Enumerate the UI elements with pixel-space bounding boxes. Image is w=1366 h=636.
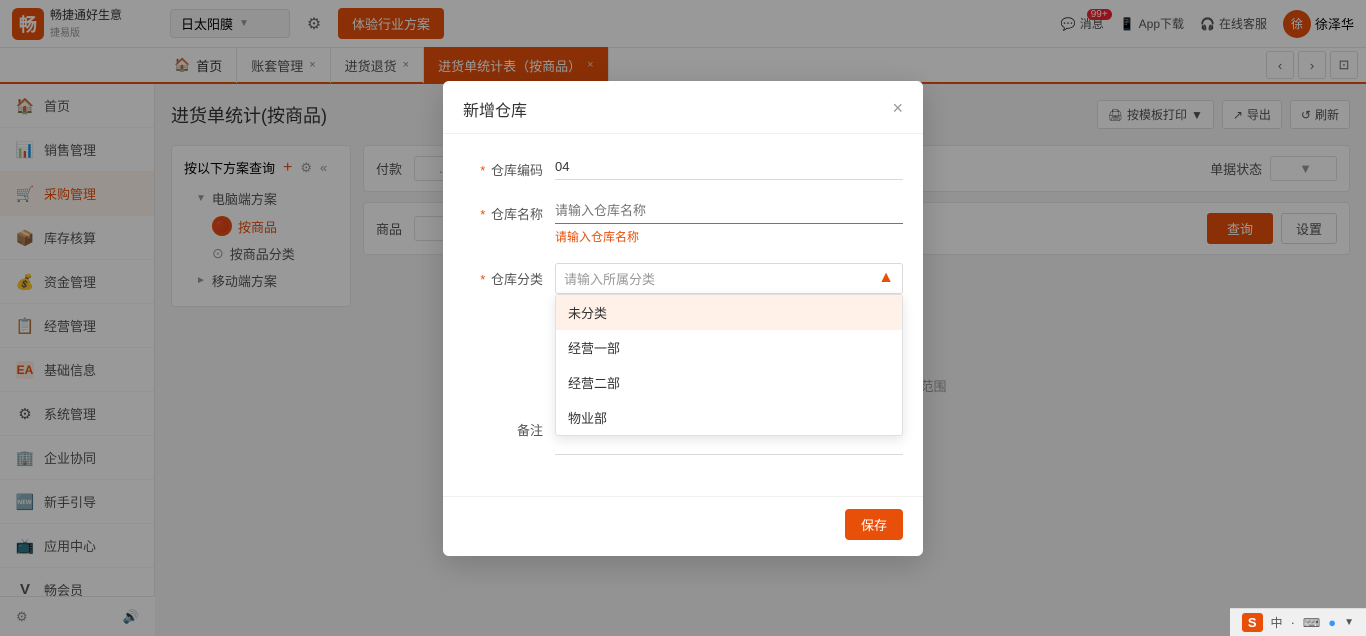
status-bar: S 中 · ⌨ ● ▼ bbox=[1230, 608, 1366, 636]
code-input[interactable] bbox=[555, 154, 903, 180]
modal-overlay[interactable]: 新增仓库 × * 仓库编码 * 仓库名称 bbox=[0, 0, 1366, 636]
form-row-code: * 仓库编码 bbox=[463, 154, 903, 180]
name-label-text: 仓库名称 bbox=[491, 207, 543, 222]
dropdown-item-2[interactable]: 经营二部 bbox=[556, 365, 902, 400]
dialog-header: 新增仓库 × bbox=[443, 81, 923, 134]
dot-icon: · bbox=[1291, 615, 1295, 630]
name-required-mark: * bbox=[480, 207, 485, 222]
save-button[interactable]: 保存 bbox=[845, 509, 903, 540]
dialog-title: 新增仓库 bbox=[463, 97, 527, 121]
code-label: * 仓库编码 bbox=[463, 154, 543, 179]
select-arrow-up-icon: ▲ bbox=[878, 269, 894, 287]
form-row-name: * 仓库名称 请输入仓库名称 bbox=[463, 198, 903, 245]
brand-badge: S bbox=[1242, 613, 1263, 632]
lang-icon: 中 bbox=[1271, 614, 1283, 631]
dropdown-item-3[interactable]: 物业部 bbox=[556, 400, 902, 435]
name-error-message: 请输入仓库名称 bbox=[555, 228, 903, 245]
triangle-icon: ▼ bbox=[1344, 617, 1354, 628]
category-select[interactable]: 请输入所属分类 ▲ bbox=[555, 263, 903, 294]
dialog-footer: 保存 bbox=[443, 496, 923, 556]
code-required-mark: * bbox=[480, 163, 485, 178]
dropdown-item-0[interactable]: 未分类 bbox=[556, 295, 902, 330]
category-dropdown-list: 未分类 经营一部 经营二部 物业部 bbox=[555, 294, 903, 436]
category-placeholder: 请输入所属分类 bbox=[564, 269, 655, 288]
category-label-text: 仓库分类 bbox=[491, 272, 543, 287]
form-row-category: * 仓库分类 请输入所属分类 ▲ 未分类 经营一部 经营二部 物业部 bbox=[463, 263, 903, 294]
name-control: 请输入仓库名称 bbox=[555, 198, 903, 245]
dialog-new-warehouse: 新增仓库 × * 仓库编码 * 仓库名称 bbox=[443, 81, 923, 556]
category-control: 请输入所属分类 ▲ 未分类 经营一部 经营二部 物业部 bbox=[555, 263, 903, 294]
code-control bbox=[555, 154, 903, 180]
circle-icon: ● bbox=[1328, 615, 1336, 630]
category-required-mark: * bbox=[480, 272, 485, 287]
dialog-close-button[interactable]: × bbox=[892, 98, 903, 119]
keyboard-icon: ⌨ bbox=[1303, 616, 1320, 630]
code-label-text: 仓库编码 bbox=[491, 163, 543, 178]
dialog-body: * 仓库编码 * 仓库名称 请输入仓库名称 bbox=[443, 134, 923, 496]
notes-label-text: 备注 bbox=[517, 423, 543, 438]
dropdown-item-1[interactable]: 经营一部 bbox=[556, 330, 902, 365]
notes-label: 备注 bbox=[463, 414, 543, 439]
category-label: * 仓库分类 bbox=[463, 263, 543, 288]
name-label: * 仓库名称 bbox=[463, 198, 543, 223]
name-input[interactable] bbox=[555, 198, 903, 224]
